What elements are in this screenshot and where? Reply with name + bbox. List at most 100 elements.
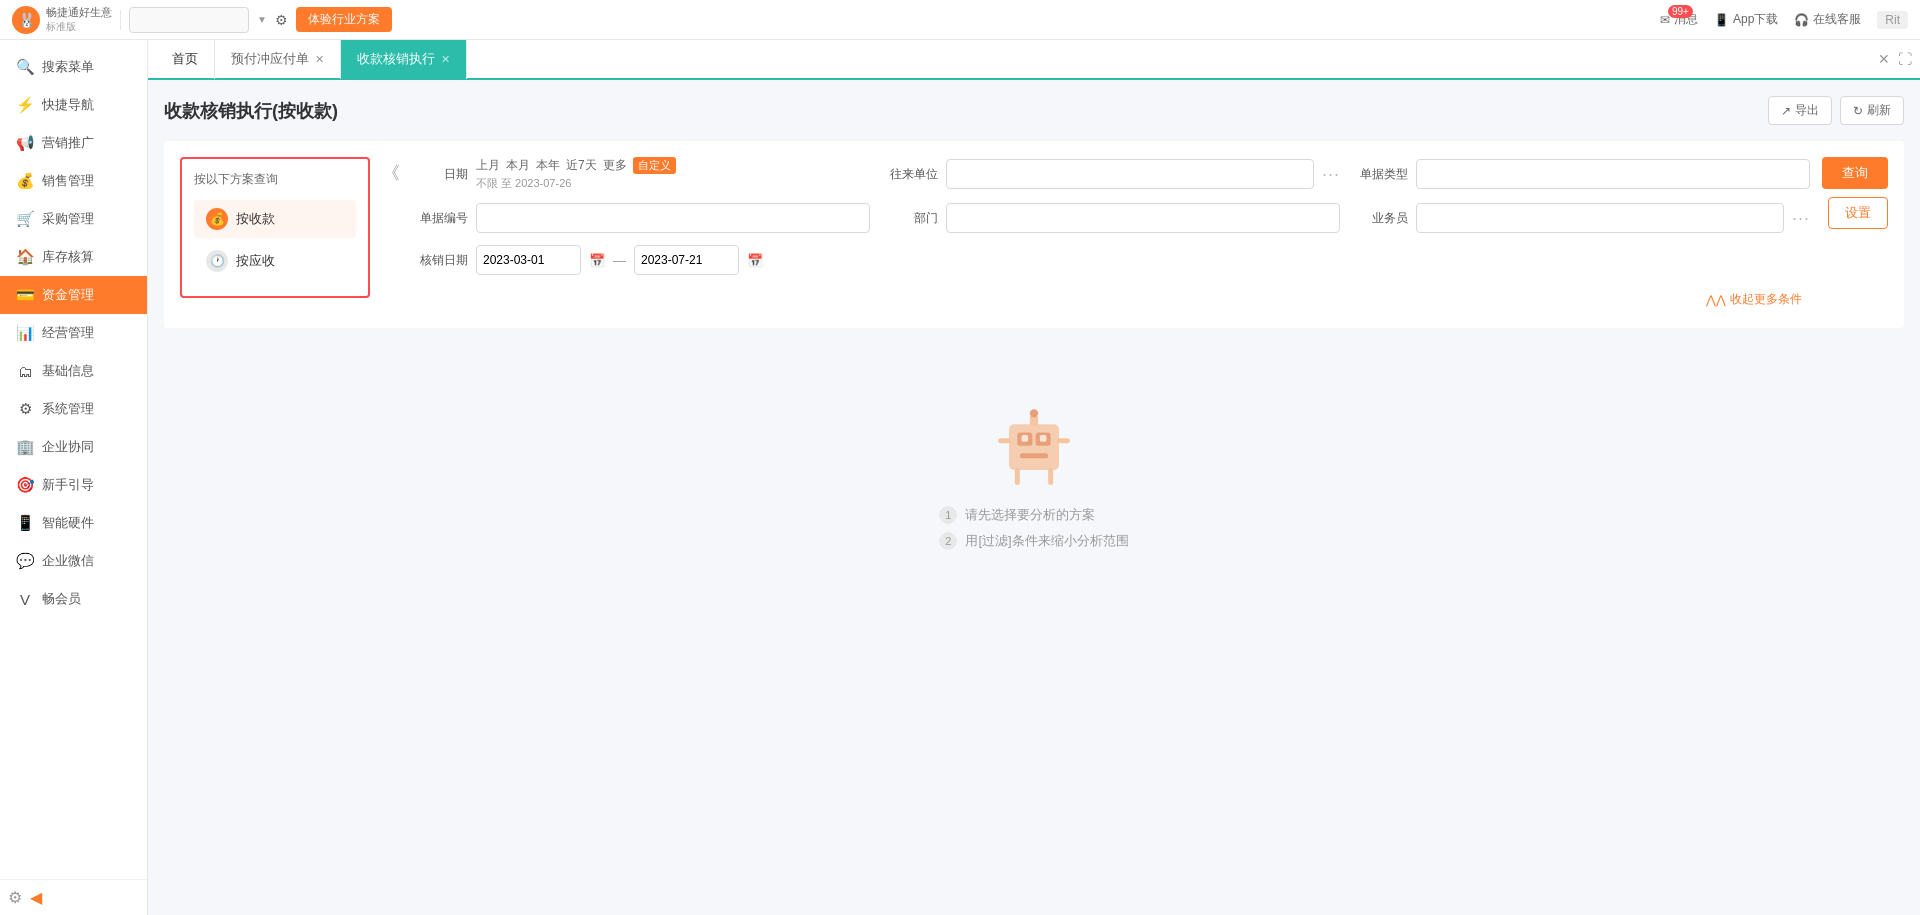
- message-button[interactable]: ✉ 消息 99+: [1660, 11, 1698, 28]
- svg-rect-3: [1022, 435, 1029, 442]
- date-7days[interactable]: 近7天: [566, 157, 597, 174]
- app-download-button[interactable]: 📱 App下载: [1714, 11, 1778, 28]
- date-custom[interactable]: 自定义: [633, 157, 676, 174]
- tab-prepay-label: 预付冲应付单: [231, 50, 309, 68]
- wechat-icon: 💬: [16, 552, 34, 570]
- employee-field: 业务员 ···: [1356, 203, 1810, 233]
- svg-point-7: [1030, 409, 1038, 417]
- filter-option-receivable[interactable]: 🕐 按应收: [194, 242, 356, 280]
- doc-no-input[interactable]: [476, 203, 870, 233]
- tab-prepay[interactable]: 预付冲应付单 ✕: [215, 40, 341, 79]
- sidebar-label-search: 搜索菜单: [42, 58, 94, 76]
- sidebar-label-guide: 新手引导: [42, 476, 94, 494]
- tab-prepay-close[interactable]: ✕: [315, 53, 324, 66]
- topbar: 🐰 畅捷通好生意 标准版 ▼ ⚙ 体验行业方案 ✉ 消息 99+ 📱 App下载…: [0, 0, 1920, 40]
- tab-collection-close[interactable]: ✕: [441, 53, 450, 66]
- refresh-button[interactable]: ↻ 刷新: [1840, 96, 1904, 125]
- query-button[interactable]: 查询: [1822, 157, 1888, 189]
- filter-option-receivable-label: 按应收: [236, 252, 275, 270]
- export-button[interactable]: ↗ 导出: [1768, 96, 1832, 125]
- content-area: 首页 预付冲应付单 ✕ 收款核销执行 ✕ ✕ ⛶ 收款核销执行(按收款): [148, 40, 1920, 915]
- sidebar-label-shortcut: 快捷导航: [42, 96, 94, 114]
- flash-icon: ⚡: [16, 96, 34, 114]
- sidebar-item-basic[interactable]: 🗂 基础信息: [0, 352, 147, 390]
- filter-option-receipt[interactable]: 💰 按收款: [194, 200, 356, 238]
- user-info[interactable]: Rit: [1877, 11, 1908, 29]
- settings-button[interactable]: 设置: [1828, 197, 1888, 229]
- tab-collection[interactable]: 收款核销执行 ✕: [341, 40, 467, 79]
- filter-collapse-button[interactable]: 《: [378, 157, 404, 189]
- empty-tips: 1 请先选择要分析的方案 2 用[过滤]条件来缩小分析范围: [939, 506, 1128, 550]
- topbar-right: ✉ 消息 99+ 📱 App下载 🎧 在线客服 Rit: [1660, 11, 1908, 29]
- page-actions: ↗ 导出 ↻ 刷新: [1768, 96, 1904, 125]
- tabbar-right: ✕ ⛶: [1878, 51, 1912, 67]
- dept-select[interactable]: [946, 203, 1340, 233]
- gear-icon[interactable]: ⚙: [275, 12, 288, 28]
- app-logo: 🐰 畅捷通好生意 标准版: [12, 5, 112, 34]
- employee-input[interactable]: [1416, 203, 1784, 233]
- industry-button[interactable]: 体验行业方案: [296, 7, 392, 32]
- settings-icon[interactable]: ⚙: [8, 888, 22, 907]
- date-last-month[interactable]: 上月: [476, 157, 500, 174]
- sidebar-item-search[interactable]: 🔍 搜索菜单: [0, 48, 147, 86]
- logo-text: 畅捷通好生意 标准版: [46, 5, 112, 34]
- folder-icon: 🗂: [16, 363, 34, 380]
- sidebar-item-finance[interactable]: 💳 资金管理: [0, 276, 147, 314]
- empty-tip-1: 1 请先选择要分析的方案: [939, 506, 1128, 524]
- sidebar-item-system[interactable]: ⚙ 系统管理: [0, 390, 147, 428]
- sidebar-item-shortcut[interactable]: ⚡ 快捷导航: [0, 86, 147, 124]
- expand-window-icon[interactable]: ⛶: [1898, 51, 1912, 67]
- topbar-divider: [120, 10, 121, 30]
- sidebar-item-wechat[interactable]: 💬 企业微信: [0, 542, 147, 580]
- empty-illustration: [984, 400, 1084, 490]
- page-title: 收款核销执行(按收款): [164, 99, 338, 123]
- employee-more-icon[interactable]: ···: [1792, 208, 1810, 229]
- filter-panel-title: 按以下方案查询: [194, 171, 356, 188]
- employee-label: 业务员: [1356, 210, 1408, 227]
- counterpart-input[interactable]: [946, 159, 1314, 189]
- sidebar-menu: 🔍 搜索菜单 ⚡ 快捷导航 📢 营销推广 💰 销售管理 🛒 采购管理 🏠: [0, 40, 147, 879]
- sidebar-item-hardware[interactable]: 📱 智能硬件: [0, 504, 147, 542]
- close-window-icon[interactable]: ✕: [1878, 51, 1890, 67]
- counterpart-field: 往来单位 ···: [886, 159, 1340, 189]
- calendar-start-icon[interactable]: 📅: [589, 253, 605, 268]
- sidebar-label-inventory: 库存核算: [42, 248, 94, 266]
- collapse-icon[interactable]: ◀: [30, 888, 42, 907]
- date-more[interactable]: 更多: [603, 157, 627, 174]
- sidebar-item-member[interactable]: V 畅会员: [0, 580, 147, 618]
- sidebar-item-purchase[interactable]: 🛒 采购管理: [0, 200, 147, 238]
- doc-type-field: 单据类型: [1356, 159, 1810, 189]
- dept-field: 部门: [886, 203, 1340, 233]
- tab-home[interactable]: 首页: [156, 40, 215, 79]
- cart-icon: 🛒: [16, 210, 34, 228]
- date-label: 日期: [416, 166, 468, 183]
- doc-no-field: 单据编号: [416, 203, 870, 233]
- online-service-button[interactable]: 🎧 在线客服: [1794, 11, 1861, 28]
- doc-type-label: 单据类型: [1356, 166, 1408, 183]
- page-content: 收款核销执行(按收款) ↗ 导出 ↻ 刷新 按以下方: [148, 80, 1920, 915]
- calendar-end-icon[interactable]: 📅: [747, 253, 763, 268]
- collapse-more-button[interactable]: ⋀⋀ 收起更多条件: [1698, 287, 1810, 312]
- sidebar-item-inventory[interactable]: 🏠 库存核算: [0, 238, 147, 276]
- receipt-icon: 💰: [206, 208, 228, 230]
- counterpart-more-icon[interactable]: ···: [1322, 164, 1340, 185]
- doc-type-select[interactable]: [1416, 159, 1810, 189]
- doc-no-label: 单据编号: [416, 210, 468, 227]
- verify-date-start-input[interactable]: [476, 245, 581, 275]
- sidebar-item-guide[interactable]: 🎯 新手引导: [0, 466, 147, 504]
- sidebar-item-operation[interactable]: 📊 经营管理: [0, 314, 147, 352]
- date-this-year[interactable]: 本年: [536, 157, 560, 174]
- date-this-month[interactable]: 本月: [506, 157, 530, 174]
- sidebar-label-finance: 资金管理: [42, 286, 94, 304]
- filter-option-receipt-label: 按收款: [236, 210, 275, 228]
- sidebar-item-sales[interactable]: 💰 销售管理: [0, 162, 147, 200]
- verify-date-end-input[interactable]: [634, 245, 739, 275]
- svg-rect-4: [1040, 435, 1047, 442]
- sidebar-item-enterprise[interactable]: 🏢 企业协同: [0, 428, 147, 466]
- search-input[interactable]: [129, 7, 249, 33]
- verify-date-label: 核销日期: [416, 252, 468, 269]
- collapse-more-icon: ⋀⋀: [1706, 293, 1726, 307]
- member-icon: V: [16, 591, 34, 608]
- sidebar-item-marketing[interactable]: 📢 营销推广: [0, 124, 147, 162]
- date-quick-links: 上月 本月 本年 近7天 更多 自定义: [476, 157, 870, 174]
